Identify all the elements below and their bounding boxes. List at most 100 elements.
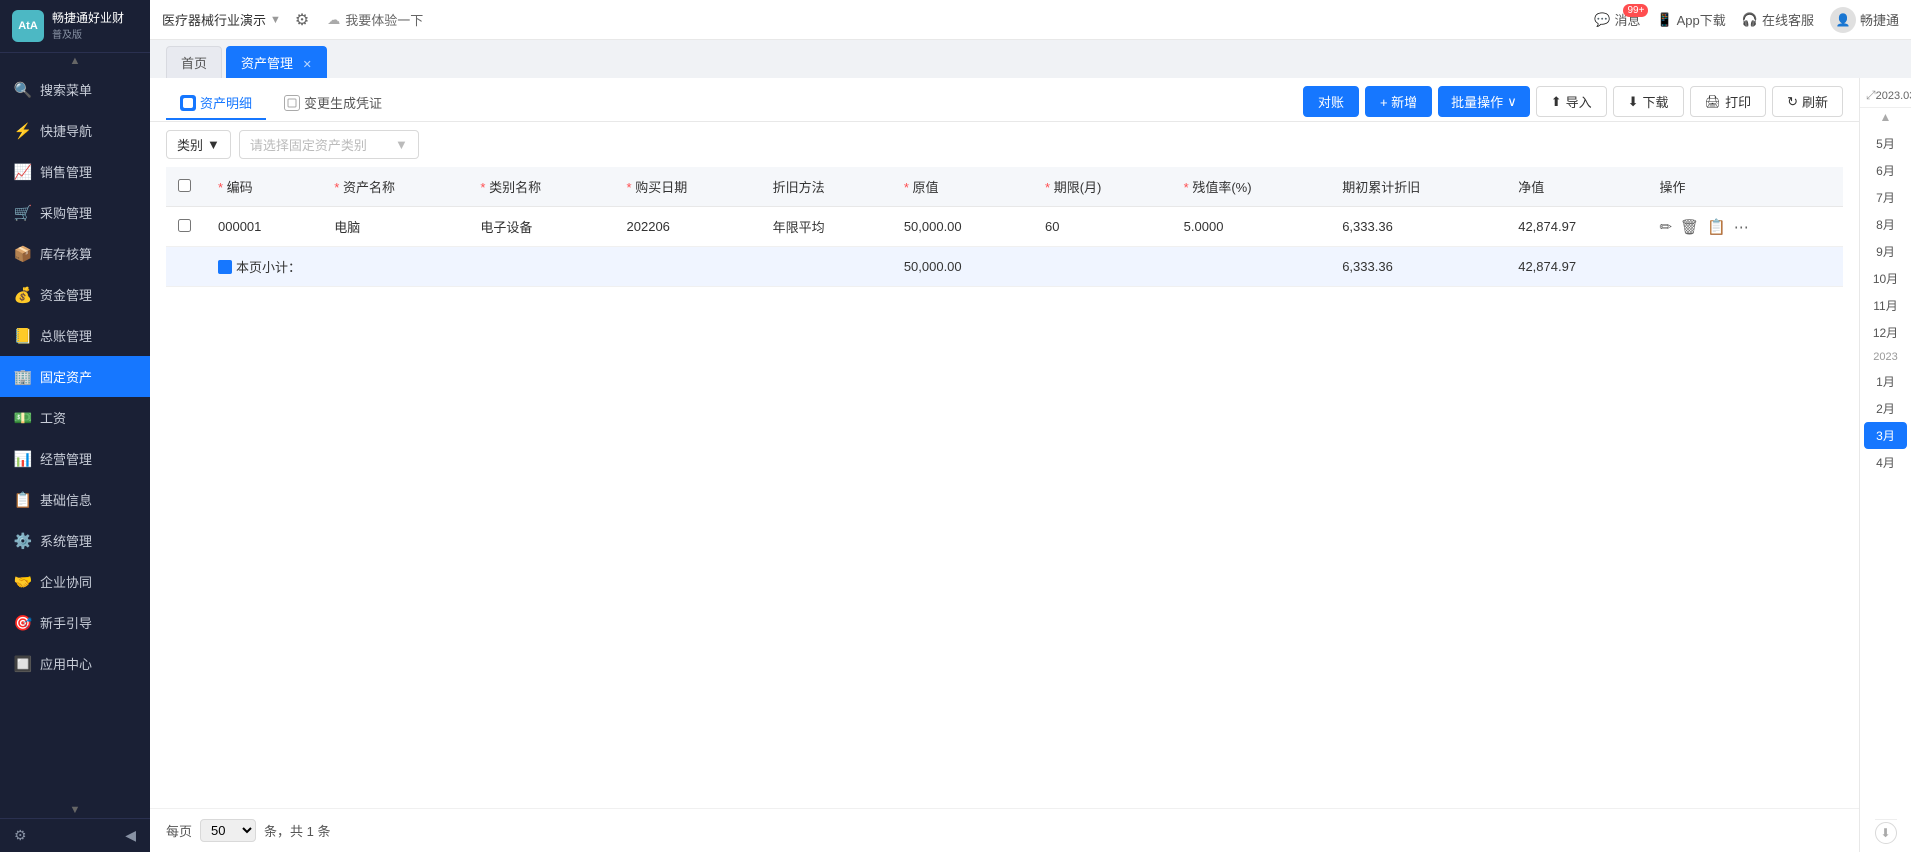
month-1[interactable]: 1月 xyxy=(1860,368,1911,395)
print-button[interactable]: 🖨 打印 xyxy=(1690,86,1767,117)
sidebar-item-search[interactable]: 🔍 搜索菜单 xyxy=(0,69,150,110)
per-page-select[interactable]: 50 10 20 100 xyxy=(200,819,256,842)
company-selector[interactable]: 医疗器械行业演示 ▼ xyxy=(162,10,281,29)
sidebar-item-salary[interactable]: 💵 工资 xyxy=(0,397,150,438)
filter-bar: 类别 ▼ 请选择固定资产类别 ▼ xyxy=(150,122,1859,167)
logo-icon: AtA xyxy=(12,10,44,42)
right-panel-expand-icon[interactable]: ⤢ xyxy=(1866,88,1876,103)
service-icon: 🎧 xyxy=(1742,12,1758,28)
select-all-checkbox[interactable] xyxy=(178,179,191,192)
export-icon: ⬆ xyxy=(1551,94,1562,110)
row-name: 电脑 xyxy=(322,207,468,247)
print-icon: 🖨 xyxy=(1705,94,1722,110)
month-7[interactable]: 7月 xyxy=(1860,184,1911,211)
user-avatar: 👤 xyxy=(1830,7,1856,33)
sidebar-item-apps[interactable]: 🔲 应用中心 xyxy=(0,643,150,684)
ledger-icon: 📒 xyxy=(14,327,32,345)
tab-asset-mgmt[interactable]: 资产管理 ✕ xyxy=(226,46,327,78)
edit-icon[interactable]: ✏ xyxy=(1659,218,1672,236)
sidebar-item-label: 应用中心 xyxy=(40,654,92,673)
subtab-change-voucher[interactable]: 变更生成凭证 xyxy=(270,87,396,120)
operation-icon: 📊 xyxy=(14,450,32,468)
month-8[interactable]: 8月 xyxy=(1860,211,1911,238)
month-9[interactable]: 9月 xyxy=(1860,238,1911,265)
month-12[interactable]: 12月 xyxy=(1860,319,1911,346)
experience-label[interactable]: 我要体验一下 xyxy=(345,10,423,29)
sidebar-menu: 🔍 搜索菜单 ⚡ 快捷导航 📈 销售管理 🛒 采购管理 📦 库存核算 💰 资金管… xyxy=(0,69,150,802)
refresh-button[interactable]: ↻ 刷新 xyxy=(1772,86,1843,117)
row-purchase-date: 202206 xyxy=(615,207,761,247)
search-icon: 🔍 xyxy=(14,81,32,99)
tab-home[interactable]: 首页 xyxy=(166,46,222,78)
right-panel-expand-circle[interactable]: ⬇ xyxy=(1875,822,1897,844)
right-panel-scroll-up-icon[interactable]: ▲ xyxy=(1880,110,1892,124)
tab-close-icon[interactable]: ✕ xyxy=(303,59,312,71)
row-checkbox[interactable] xyxy=(178,219,191,232)
new-button[interactable]: + 新增 xyxy=(1365,86,1432,117)
sidebar-item-system[interactable]: ⚙️ 系统管理 xyxy=(0,520,150,561)
category-value-select[interactable]: 请选择固定资产类别 ▼ xyxy=(239,130,419,159)
reconcile-button[interactable]: 对账 xyxy=(1303,86,1359,117)
header-original-value: 原值 xyxy=(892,167,1033,207)
subtab-change-voucher-label: 变更生成凭证 xyxy=(304,93,382,112)
sidebar: AtA 畅捷通好业财 普及版 ▲ 🔍 搜索菜单 ⚡ 快捷导航 📈 销售管理 🛒 … xyxy=(0,0,150,852)
sidebar-item-operation[interactable]: 📊 经营管理 xyxy=(0,438,150,479)
sidebar-item-fixed[interactable]: 🏢 固定资产 xyxy=(0,356,150,397)
sidebar-scroll-down-icon[interactable]: ▼ xyxy=(70,804,81,816)
sidebar-scroll-up-icon[interactable]: ▲ xyxy=(70,55,81,67)
subtotal-label-text: 本页小计： xyxy=(236,257,301,276)
export-label: 导入 xyxy=(1566,92,1592,111)
right-panel-year-label: 2023.03 xyxy=(1876,90,1911,102)
collab-icon: 🤝 xyxy=(14,573,32,591)
asset-table-container: 编码 资产名称 类别名称 购买日期 xyxy=(150,167,1859,808)
sidebar-item-inventory[interactable]: 📦 库存核算 xyxy=(0,233,150,274)
subtab-asset-detail[interactable]: 资产明细 xyxy=(166,87,266,120)
header-depreciation-method: 折旧方法 xyxy=(761,167,892,207)
sidebar-item-collab[interactable]: 🤝 企业协同 xyxy=(0,561,150,602)
sidebar-item-label: 库存核算 xyxy=(40,244,92,263)
subtotal-checkbox-cell xyxy=(166,247,206,287)
more-icon[interactable]: ⋯ xyxy=(1734,218,1749,236)
user-profile[interactable]: 👤 畅捷通 xyxy=(1830,7,1899,33)
settings-gear-icon[interactable]: ⚙ xyxy=(14,827,27,844)
export-button[interactable]: ⬆ 导入 xyxy=(1536,86,1607,117)
month-11[interactable]: 11月 xyxy=(1860,292,1911,319)
subtotal-net-value: 42,874.97 xyxy=(1506,247,1647,287)
month-2[interactable]: 2月 xyxy=(1860,395,1911,422)
category-filter[interactable]: 类别 ▼ xyxy=(166,130,231,159)
sidebar-item-guide[interactable]: 🎯 新手引导 xyxy=(0,602,150,643)
topbar-settings-icon[interactable]: ⚙ xyxy=(295,10,309,30)
download-button[interactable]: ⬇ 下载 xyxy=(1613,86,1684,117)
change-voucher-tab-icon xyxy=(284,95,300,111)
copy-icon[interactable]: 📋 xyxy=(1707,218,1726,236)
sidebar-item-ledger[interactable]: 📒 总账管理 xyxy=(0,315,150,356)
sidebar-item-purchase[interactable]: 🛒 采购管理 xyxy=(0,192,150,233)
app-download-button[interactable]: 📱 App下载 xyxy=(1656,10,1725,29)
month-6[interactable]: 6月 xyxy=(1860,157,1911,184)
sidebar-item-label: 采购管理 xyxy=(40,203,92,222)
month-5[interactable]: 5月 xyxy=(1860,130,1911,157)
delete-icon[interactable]: 🗑 xyxy=(1680,218,1699,236)
sidebar-item-label: 工资 xyxy=(40,408,66,427)
download-icon: ⬇ xyxy=(1628,94,1639,110)
asset-detail-tab-icon xyxy=(180,95,196,111)
messages-button[interactable]: 💬 消息 99+ xyxy=(1594,10,1640,29)
month-3-active[interactable]: 3月 xyxy=(1864,422,1907,449)
basic-icon: 📋 xyxy=(14,491,32,509)
collapse-sidebar-icon[interactable]: ◀ xyxy=(125,827,136,844)
content-area: 资产明细 变更生成凭证 对账 + 新增 xyxy=(150,78,1911,852)
sidebar-item-label: 销售管理 xyxy=(40,162,92,181)
sidebar-item-funds[interactable]: 💰 资金管理 xyxy=(0,274,150,315)
sidebar-item-quicknav[interactable]: ⚡ 快捷导航 xyxy=(0,110,150,151)
download-icon: 📱 xyxy=(1656,12,1672,28)
sidebar-item-basic[interactable]: 📋 基础信息 xyxy=(0,479,150,520)
subtotal-accumulated-depreciation: 6,333.36 xyxy=(1330,247,1506,287)
month-10[interactable]: 10月 xyxy=(1860,265,1911,292)
sidebar-item-label: 新手引导 xyxy=(40,613,92,632)
row-category: 电子设备 xyxy=(468,207,614,247)
online-service-button[interactable]: 🎧 在线客服 xyxy=(1742,10,1814,29)
batch-button[interactable]: 批量操作 ∨ xyxy=(1438,86,1530,117)
month-4[interactable]: 4月 xyxy=(1860,449,1911,476)
system-icon: ⚙️ xyxy=(14,532,32,550)
sidebar-item-sales[interactable]: 📈 销售管理 xyxy=(0,151,150,192)
